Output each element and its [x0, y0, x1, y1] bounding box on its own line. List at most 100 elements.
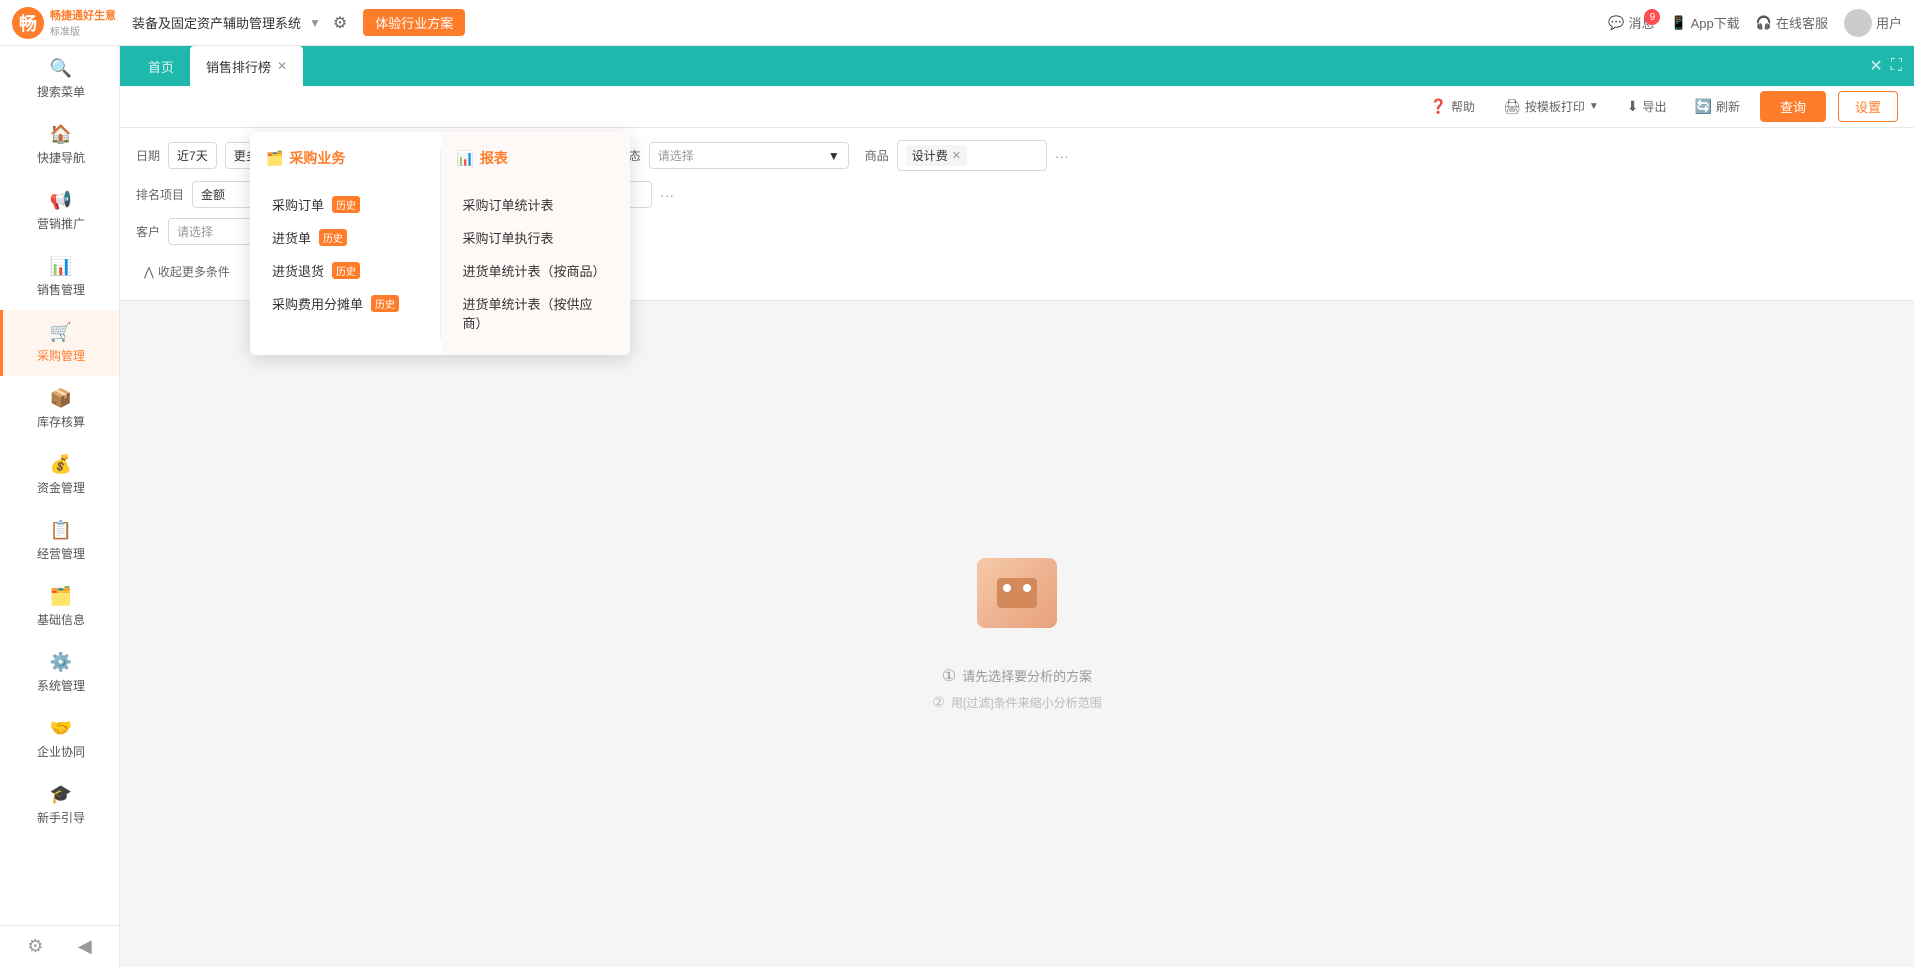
help-label: 帮助	[1451, 98, 1475, 115]
sales-icon: 📊	[50, 256, 72, 277]
empty-hint-2: ② 用[过滤]条件来缩小分析范围	[932, 694, 1101, 711]
menu-item-purchase-order-stat[interactable]: 采购订单统计表	[457, 188, 615, 221]
incoming-stat-goods-label: 进货单统计表（按商品）	[463, 261, 606, 280]
goods-tag-close[interactable]: ✕	[952, 149, 961, 162]
menu-item-return[interactable]: 进货退货 历史	[266, 254, 424, 287]
menu-item-purchase-order[interactable]: 采购订单 历史	[266, 188, 424, 221]
sidebar-label-sales: 销售管理	[37, 281, 85, 298]
online-service-label: 在线客服	[1776, 13, 1828, 32]
export-btn[interactable]: ⬇ 导出	[1619, 94, 1675, 119]
sidebar-label-enterprise: 企业协同	[37, 743, 85, 760]
message-btn[interactable]: 💬 消息 9	[1608, 13, 1654, 32]
sidebar-item-operation[interactable]: 📋 经营管理	[0, 508, 119, 574]
tab-close-icon[interactable]: ✕	[277, 59, 287, 73]
menu-item-expense[interactable]: 采购费用分摊单 历史	[266, 287, 424, 320]
menu-item-incoming[interactable]: 进货单 历史	[266, 221, 424, 254]
sidebar-item-system[interactable]: ⚙️ 系统管理	[0, 640, 119, 706]
purchase-order-stat-label: 采购订单统计表	[463, 195, 554, 214]
help-btn[interactable]: ❓ 帮助	[1422, 94, 1483, 119]
print-dropdown-icon[interactable]: ▼	[1589, 101, 1599, 112]
goods-more-btn[interactable]: ···	[1055, 148, 1069, 164]
content-area: 首页 销售排行榜 ✕ ✕ ⛶ ❓ 帮助 🖨 按模板打印 ▼ ⬇	[120, 46, 1914, 967]
operation-icon: 📋	[50, 520, 72, 541]
doc-status-placeholder: 请选择	[658, 147, 694, 164]
tab-close-all-icon[interactable]: ✕	[1869, 56, 1882, 76]
sidebar-label-inventory: 库存核算	[37, 413, 85, 430]
app-download-btn[interactable]: 📱 App下载	[1670, 13, 1739, 32]
tab-home[interactable]: 首页	[132, 46, 190, 86]
user-btn[interactable]: 用户	[1844, 9, 1902, 37]
user-label: 用户	[1876, 13, 1902, 32]
goods-tag-text: 设计费	[912, 147, 948, 164]
settings-icon[interactable]: ⚙	[333, 13, 347, 33]
tab-bar-actions: ✕ ⛶	[1869, 56, 1902, 76]
doc-status-select[interactable]: 请选择 ▼	[649, 142, 849, 169]
newbie-icon: 🎓	[50, 784, 72, 805]
sidebar-collapse-icon[interactable]: ◀	[78, 936, 92, 957]
app-logo: 畅	[12, 7, 44, 39]
sidebar-item-inventory[interactable]: 📦 库存核算	[0, 376, 119, 442]
return-history-badge: 历史	[332, 262, 360, 279]
print-btn[interactable]: 🖨 按模板打印 ▼	[1495, 94, 1607, 119]
sidebar-item-enterprise[interactable]: 🤝 企业协同	[0, 706, 119, 772]
home-icon: 🏠	[50, 124, 72, 145]
goods-tag: 设计费 ✕	[906, 145, 967, 166]
search-icon: 🔍	[50, 58, 72, 79]
title-dropdown-arrow[interactable]: ▼	[309, 16, 321, 30]
menu-item-incoming-stat-supplier[interactable]: 进货单统计表（按供应商）	[457, 287, 615, 339]
sidebar-item-quick-nav[interactable]: 🏠 快捷导航	[0, 112, 119, 178]
dropdown-menu: 🗂️ 采购业务 采购订单 历史 进货单 历史 进货退货 历史 采购费用分摊单	[250, 132, 630, 355]
set-btn[interactable]: 设置	[1838, 91, 1898, 122]
empty-state: ① 请先选择要分析的方案 ② 用[过滤]条件来缩小分析范围	[120, 301, 1914, 967]
doc-status-filter: 单据状态 请选择 ▼	[593, 142, 849, 169]
goods-select[interactable]: 设计费 ✕	[897, 140, 1047, 171]
sidebar-bottom: ⚙ ◀	[0, 925, 119, 967]
tab-sales-rank-label: 销售排行榜	[206, 57, 271, 76]
basic-icon: 🗂️	[50, 586, 72, 607]
sidebar-item-purchase[interactable]: 🛒 采购管理	[0, 310, 119, 376]
empty-hint-2-text: 用[过滤]条件来缩小分析范围	[951, 694, 1102, 711]
tab-sales-rank[interactable]: 销售排行榜 ✕	[190, 46, 303, 86]
sidebar-settings-icon[interactable]: ⚙	[27, 936, 43, 957]
headset-icon: 🎧	[1756, 15, 1772, 31]
sidebar: 🔍 搜索菜单 🏠 快捷导航 📢 营销推广 📊 销售管理 🛒 采购管理 📦 库存核…	[0, 46, 120, 967]
sidebar-item-sales[interactable]: 📊 销售管理	[0, 244, 119, 310]
top-header: 畅 畅捷通好生意 标准版 装备及固定资产辅助管理系统 ▼ ⚙ 体验行业方案 💬 …	[0, 0, 1914, 46]
tab-home-label: 首页	[148, 57, 174, 76]
refresh-btn[interactable]: 🔄 刷新	[1687, 94, 1748, 119]
sidebar-item-search[interactable]: 🔍 搜索菜单	[0, 46, 119, 112]
system-icon: ⚙️	[50, 652, 72, 673]
sidebar-label-operation: 经营管理	[37, 545, 85, 562]
user-avatar	[1844, 9, 1872, 37]
print-icon: 🖨	[1503, 98, 1521, 115]
purchase-section-title-text: 采购业务	[289, 148, 345, 168]
empty-illustration	[957, 558, 1077, 658]
finance-icon: 💰	[50, 454, 72, 475]
sidebar-label-purchase: 采购管理	[37, 347, 85, 364]
sidebar-item-newbie[interactable]: 🎓 新手引导	[0, 772, 119, 838]
report-section-title-text: 报表	[480, 148, 508, 168]
sidebar-item-basic[interactable]: 🗂️ 基础信息	[0, 574, 119, 640]
logo-char: 畅	[19, 10, 37, 36]
sidebar-item-marketing[interactable]: 📢 营销推广	[0, 178, 119, 244]
sidebar-item-finance[interactable]: 💰 资金管理	[0, 442, 119, 508]
staff-more-btn[interactable]: ···	[660, 187, 674, 203]
logo-badge: 标准版	[50, 23, 116, 38]
collapse-label: 收起更多条件	[158, 263, 230, 280]
report-section-icon: 📊	[457, 150, 474, 167]
industry-btn[interactable]: 体验行业方案	[363, 9, 465, 36]
sidebar-label-basic: 基础信息	[37, 611, 85, 628]
date-quick-7[interactable]: 近7天	[168, 142, 217, 169]
purchase-menu-section: 🗂️ 采购业务 采购订单 历史 进货单 历史 进货退货 历史 采购费用分摊单	[250, 132, 440, 355]
empty-hint-1: ① 请先选择要分析的方案	[942, 666, 1092, 686]
purchase-section-title: 🗂️ 采购业务	[266, 148, 424, 176]
export-label: 导出	[1643, 98, 1667, 115]
menu-item-incoming-stat-goods[interactable]: 进货单统计表（按商品）	[457, 254, 615, 287]
app-download-label: App下载	[1691, 13, 1740, 32]
enterprise-icon: 🤝	[50, 718, 72, 739]
menu-item-purchase-order-exec[interactable]: 采购订单执行表	[457, 221, 615, 254]
online-service-btn[interactable]: 🎧 在线客服	[1756, 13, 1828, 32]
query-btn[interactable]: 查询	[1760, 91, 1826, 122]
tab-expand-icon[interactable]: ⛶	[1891, 57, 1902, 75]
expense-history-badge: 历史	[371, 295, 399, 312]
